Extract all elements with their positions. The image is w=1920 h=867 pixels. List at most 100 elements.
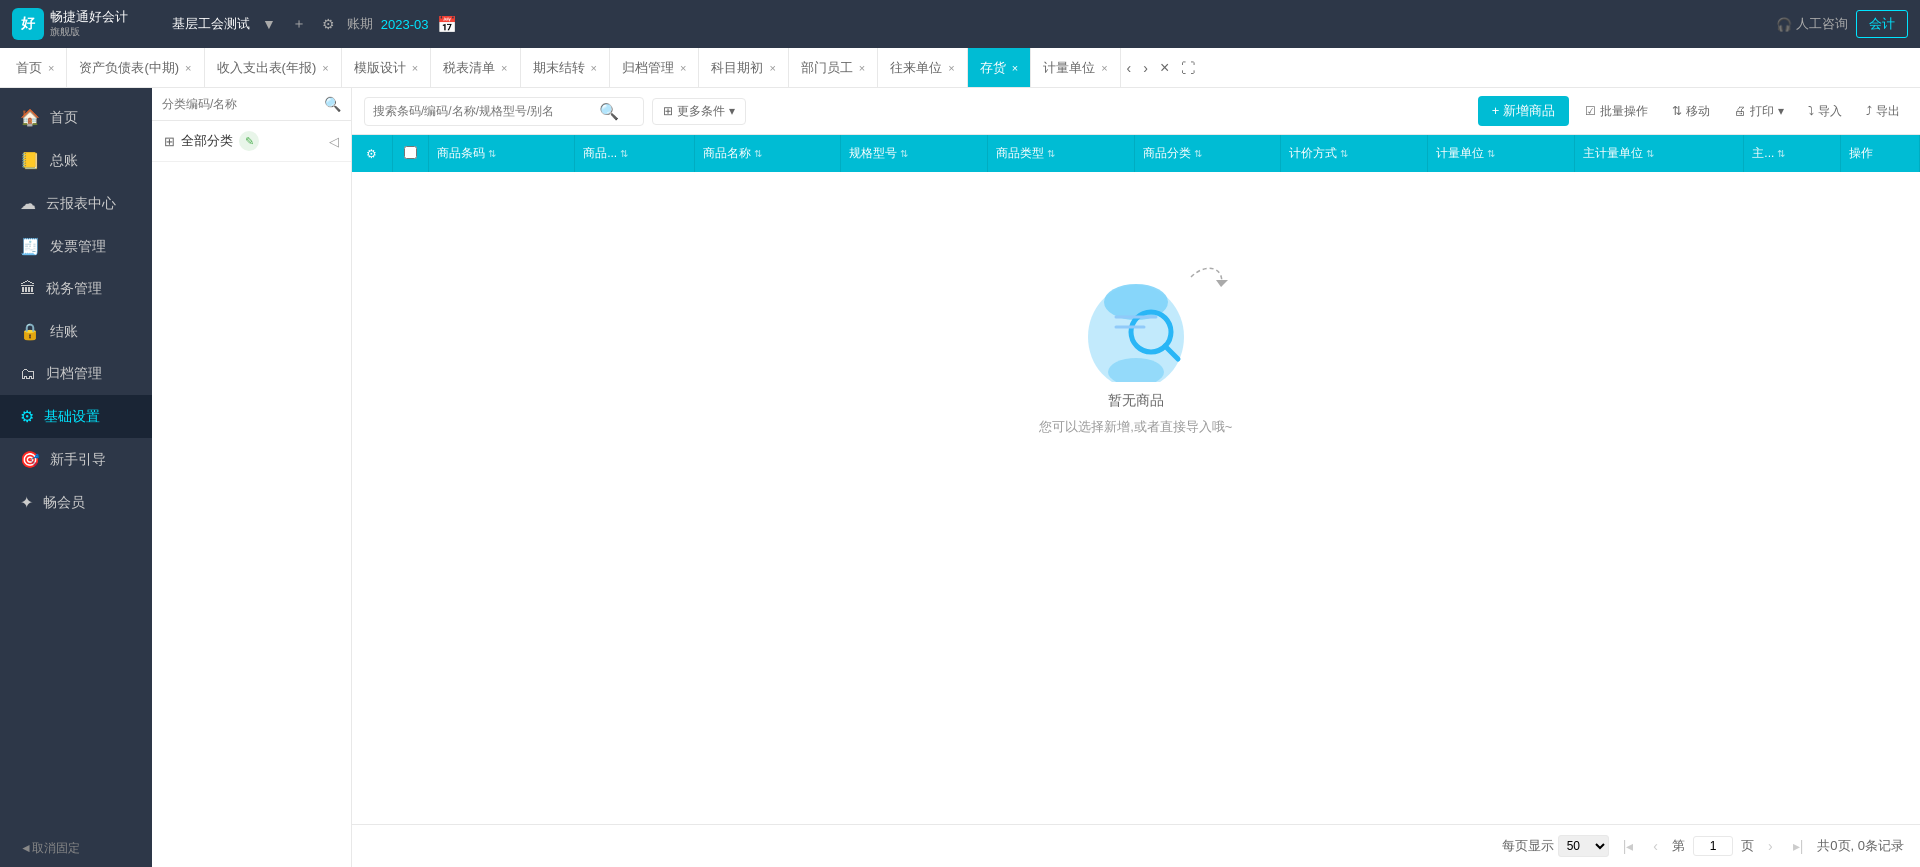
print-icon: 🖨 [1734,104,1746,118]
th-code[interactable]: 商品... ⇅ [575,135,695,172]
sidebar-item-report[interactable]: ☁ 云报表中心 [0,182,152,225]
th-main-unit[interactable]: 主计量单位 ⇅ [1574,135,1744,172]
tab-template[interactable]: 模版设计 × [342,48,431,88]
tab-label: 科目期初 [711,59,763,77]
sidebar-label-invoice: 发票管理 [50,238,106,256]
headset-icon: 🎧 [1776,17,1792,32]
sidebar-item-tax[interactable]: 🏛 税务管理 [0,268,152,310]
tab-close-contacts[interactable]: × [948,62,954,74]
sidebar-label-report: 云报表中心 [46,195,116,213]
sidebar-item-archive[interactable]: 🗂 归档管理 [0,353,152,395]
tab-close-subject[interactable]: × [769,62,775,74]
tab-home[interactable]: 首页 × [4,48,67,88]
import-btn[interactable]: ⤵ 导入 [1800,99,1850,124]
table-container[interactable]: ⚙ 商品条码 ⇅ [352,135,1920,824]
import-label: 导入 [1818,103,1842,120]
tab-close-all-btn[interactable]: × [1154,55,1175,81]
tab-close-archive[interactable]: × [680,62,686,74]
product-search-input[interactable] [373,104,593,118]
spec-col-label: 规格型号 [849,145,897,162]
add-company-btn[interactable]: ＋ [288,11,310,37]
sidebar-label-ledger: 总账 [50,152,78,170]
tab-close-unit[interactable]: × [1101,62,1107,74]
company-dropdown-btn[interactable]: ▼ [258,12,280,36]
print-btn[interactable]: 🖨 打印 ▾ [1726,99,1792,124]
type-col-label: 商品类型 [996,145,1044,162]
sidebar-item-member[interactable]: ✦ 畅会员 [0,481,152,524]
tab-close-template[interactable]: × [412,62,418,74]
empty-doodle-svg [1026,252,1246,382]
sidebar-item-settings[interactable]: ⚙ 基础设置 [0,395,152,438]
calendar-icon[interactable]: 📅 [437,15,457,34]
sidebar-item-home[interactable]: 🏠 首页 [0,96,152,139]
th-settings[interactable]: ⚙ [352,135,392,172]
tab-inventory[interactable]: 存货 × [968,48,1031,88]
more-filter-btn[interactable]: ⊞ 更多条件 ▾ [652,98,746,125]
tab-close-dept[interactable]: × [859,62,865,74]
page-next-btn[interactable]: › [1762,836,1779,856]
sidebar-item-ledger[interactable]: 📒 总账 [0,139,152,182]
category-search-icon[interactable]: 🔍 [324,96,341,112]
tab-unit[interactable]: 计量单位 × [1031,48,1120,88]
category-search-input[interactable] [162,97,318,111]
tab-next-btn[interactable]: › [1137,56,1154,80]
th-unit[interactable]: 计量单位 ⇅ [1427,135,1574,172]
tab-period[interactable]: 期末结转 × [521,48,610,88]
add-product-btn[interactable]: + 新增商品 [1478,96,1569,126]
th-barcode[interactable]: 商品条码 ⇅ [428,135,575,172]
batch-icon: ☑ [1585,104,1596,118]
tab-prev-btn[interactable]: ‹ [1121,56,1138,80]
header-center: 基层工会测试 ▼ ＋ ⚙ 账期 2023-03 📅 [172,11,1766,37]
tab-close-tax[interactable]: × [501,62,507,74]
page-last-btn[interactable]: ▸| [1787,836,1810,856]
sidebar-label-member: 畅会员 [43,494,85,512]
page-size-dropdown[interactable]: 10 20 50 100 [1558,835,1609,857]
settings-icon: ⚙ [20,407,34,426]
tab-close-income[interactable]: × [322,62,328,74]
tab-income[interactable]: 收入支出表(年报) × [205,48,342,88]
company-name[interactable]: 基层工会测试 [172,15,250,33]
product-search-icon[interactable]: 🔍 [599,102,619,121]
kuaiji-btn[interactable]: 会计 [1856,10,1908,38]
tab-bar: 首页 × 资产负债表(中期) × 收入支出表(年报) × 模版设计 × 税表清单… [0,48,1920,88]
export-btn[interactable]: ⤴ 导出 [1858,99,1908,124]
category-collapse-btn[interactable]: ◁ [329,134,339,149]
more-filter-label: 更多条件 [677,103,725,120]
th-name[interactable]: 商品名称 ⇅ [694,135,841,172]
tab-close-home[interactable]: × [48,62,54,74]
sidebar-item-close[interactable]: 🔒 结账 [0,310,152,353]
settings-btn[interactable]: ⚙ [318,12,339,36]
category-edit-btn[interactable]: ✎ [239,131,259,151]
tab-close-inventory[interactable]: × [1012,62,1018,74]
tab-close-balance[interactable]: × [185,62,191,74]
th-category[interactable]: 商品分类 ⇅ [1134,135,1281,172]
category-sort-icon: ⇅ [1194,148,1202,159]
th-price-mode[interactable]: 计价方式 ⇅ [1281,135,1428,172]
sidebar-cancel-pin[interactable]: ◄取消固定 [0,830,152,867]
code-sort-icon: ⇅ [620,148,628,159]
select-all-checkbox[interactable] [404,146,417,159]
page-prev-btn[interactable]: ‹ [1647,836,1664,856]
th-type[interactable]: 商品类型 ⇅ [988,135,1135,172]
th-spec[interactable]: 规格型号 ⇅ [841,135,988,172]
tab-label: 存货 [980,59,1006,77]
tab-dept[interactable]: 部门员工 × [789,48,878,88]
move-btn[interactable]: ⇅ 移动 [1664,99,1718,124]
tab-close-period[interactable]: × [591,62,597,74]
tab-subject[interactable]: 科目期初 × [699,48,788,88]
tab-contacts[interactable]: 往来单位 × [878,48,967,88]
batch-btn[interactable]: ☑ 批量操作 [1577,99,1656,124]
tab-balance[interactable]: 资产负债表(中期) × [67,48,204,88]
tab-tax[interactable]: 税表清单 × [431,48,520,88]
service-btn[interactable]: 🎧 人工咨询 [1776,15,1848,33]
tab-archive[interactable]: 归档管理 × [610,48,699,88]
page-first-btn[interactable]: |◂ [1617,836,1640,856]
page-input[interactable] [1693,836,1733,856]
sidebar-item-invoice[interactable]: 🧾 发票管理 [0,225,152,268]
content-area: 🔍 ⊞ 全部分类 ✎ ◁ 🔍 ⊞ [152,88,1920,867]
th-checkbox[interactable] [392,135,428,172]
total-label: 共0页, 0条记录 [1817,837,1904,855]
tab-expand-btn[interactable]: ⛶ [1175,56,1201,80]
sidebar-item-guide[interactable]: 🎯 新手引导 [0,438,152,481]
th-more[interactable]: 主... ⇅ [1744,135,1841,172]
